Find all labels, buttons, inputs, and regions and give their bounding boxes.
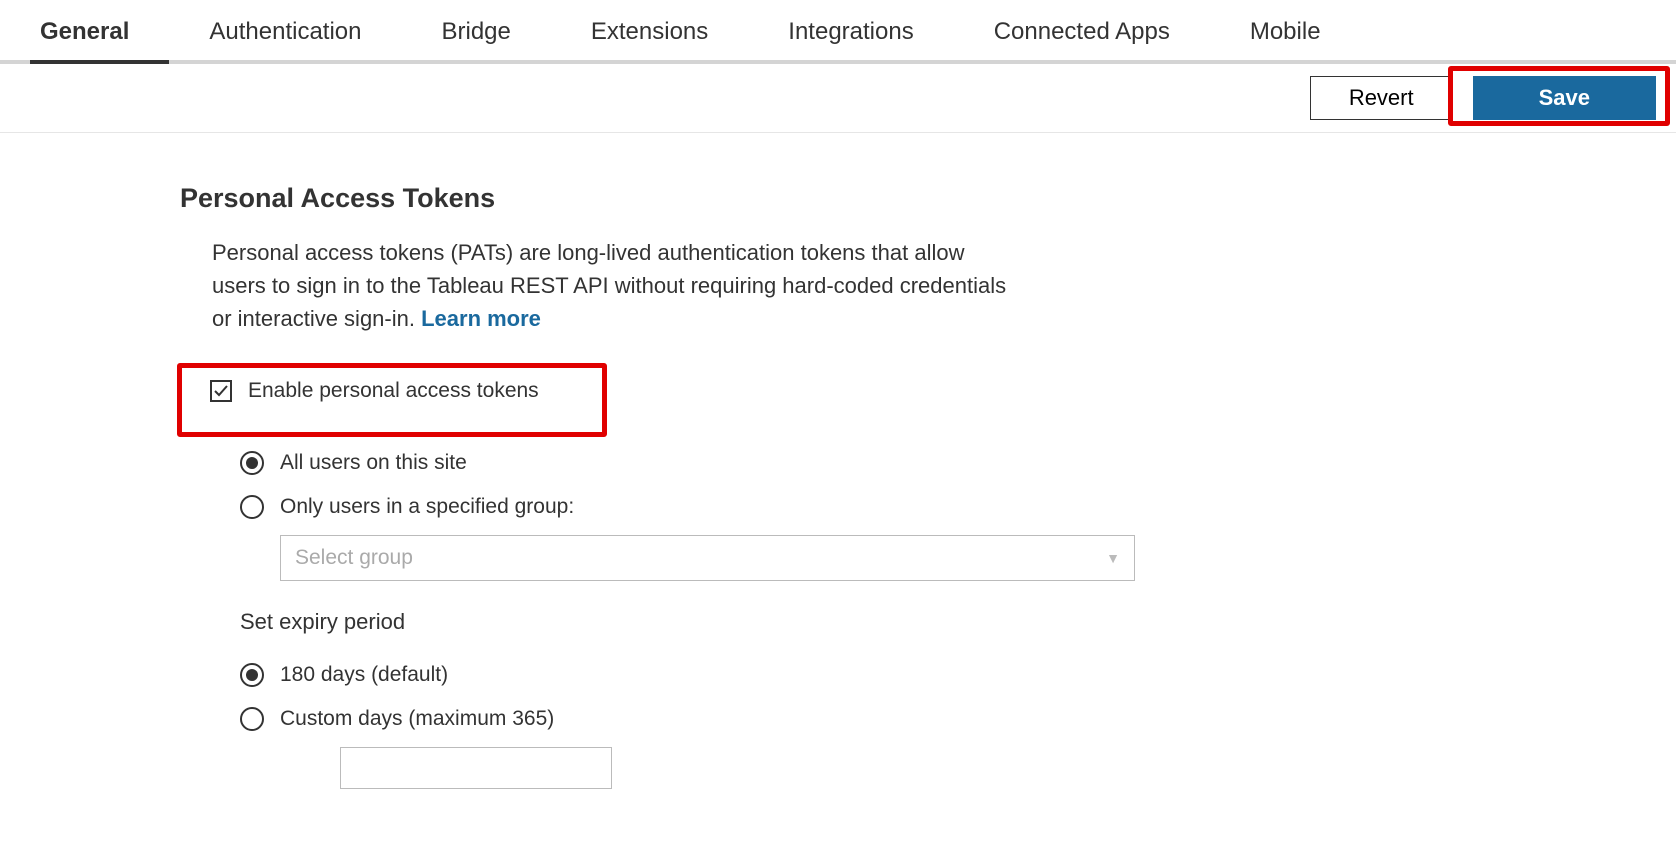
checkbox-icon: [210, 380, 232, 402]
expiry-radio-group: 180 days (default) Custom days (maximum …: [240, 653, 1020, 789]
enable-pat-checkbox-row[interactable]: Enable personal access tokens: [192, 365, 557, 417]
scope-radio-group: All users on this site Only users in a s…: [240, 441, 1020, 581]
radio-icon: [240, 451, 264, 475]
description-text: Personal access tokens (PATs) are long-l…: [212, 240, 1006, 331]
group-select[interactable]: Select group ▼: [280, 535, 1135, 581]
enable-pat-label: Enable personal access tokens: [248, 379, 539, 403]
action-bar: Revert Save: [0, 64, 1676, 133]
tab-extensions[interactable]: Extensions: [581, 0, 748, 60]
section-title: Personal Access Tokens: [180, 183, 1020, 214]
radio-all-users-label: All users on this site: [280, 451, 467, 475]
chevron-down-icon: ▼: [1106, 550, 1120, 566]
group-select-placeholder: Select group: [295, 546, 413, 570]
expiry-header: Set expiry period: [240, 609, 1020, 635]
radio-group-only-label: Only users in a specified group:: [280, 495, 574, 519]
revert-button[interactable]: Revert: [1310, 76, 1453, 120]
radio-all-users[interactable]: All users on this site: [240, 441, 1020, 485]
tab-authentication[interactable]: Authentication: [199, 0, 401, 60]
save-button[interactable]: Save: [1473, 76, 1656, 120]
radio-group-only[interactable]: Only users in a specified group:: [240, 485, 1020, 529]
custom-days-input[interactable]: [340, 747, 612, 789]
radio-expiry-default[interactable]: 180 days (default): [240, 653, 1020, 697]
tab-integrations[interactable]: Integrations: [778, 0, 953, 60]
tab-bar: General Authentication Bridge Extensions…: [0, 0, 1676, 64]
radio-expiry-custom-label: Custom days (maximum 365): [280, 707, 554, 731]
tab-general[interactable]: General: [30, 0, 169, 60]
settings-section: Personal Access Tokens Personal access t…: [0, 133, 1200, 839]
radio-expiry-default-label: 180 days (default): [280, 663, 448, 687]
radio-expiry-custom[interactable]: Custom days (maximum 365): [240, 697, 1020, 741]
tab-connected-apps[interactable]: Connected Apps: [984, 0, 1210, 60]
tab-bridge[interactable]: Bridge: [432, 0, 551, 60]
radio-icon: [240, 663, 264, 687]
radio-icon: [240, 707, 264, 731]
tab-mobile[interactable]: Mobile: [1240, 0, 1361, 60]
radio-icon: [240, 495, 264, 519]
learn-more-link[interactable]: Learn more: [421, 306, 541, 331]
section-description: Personal access tokens (PATs) are long-l…: [212, 236, 1020, 335]
